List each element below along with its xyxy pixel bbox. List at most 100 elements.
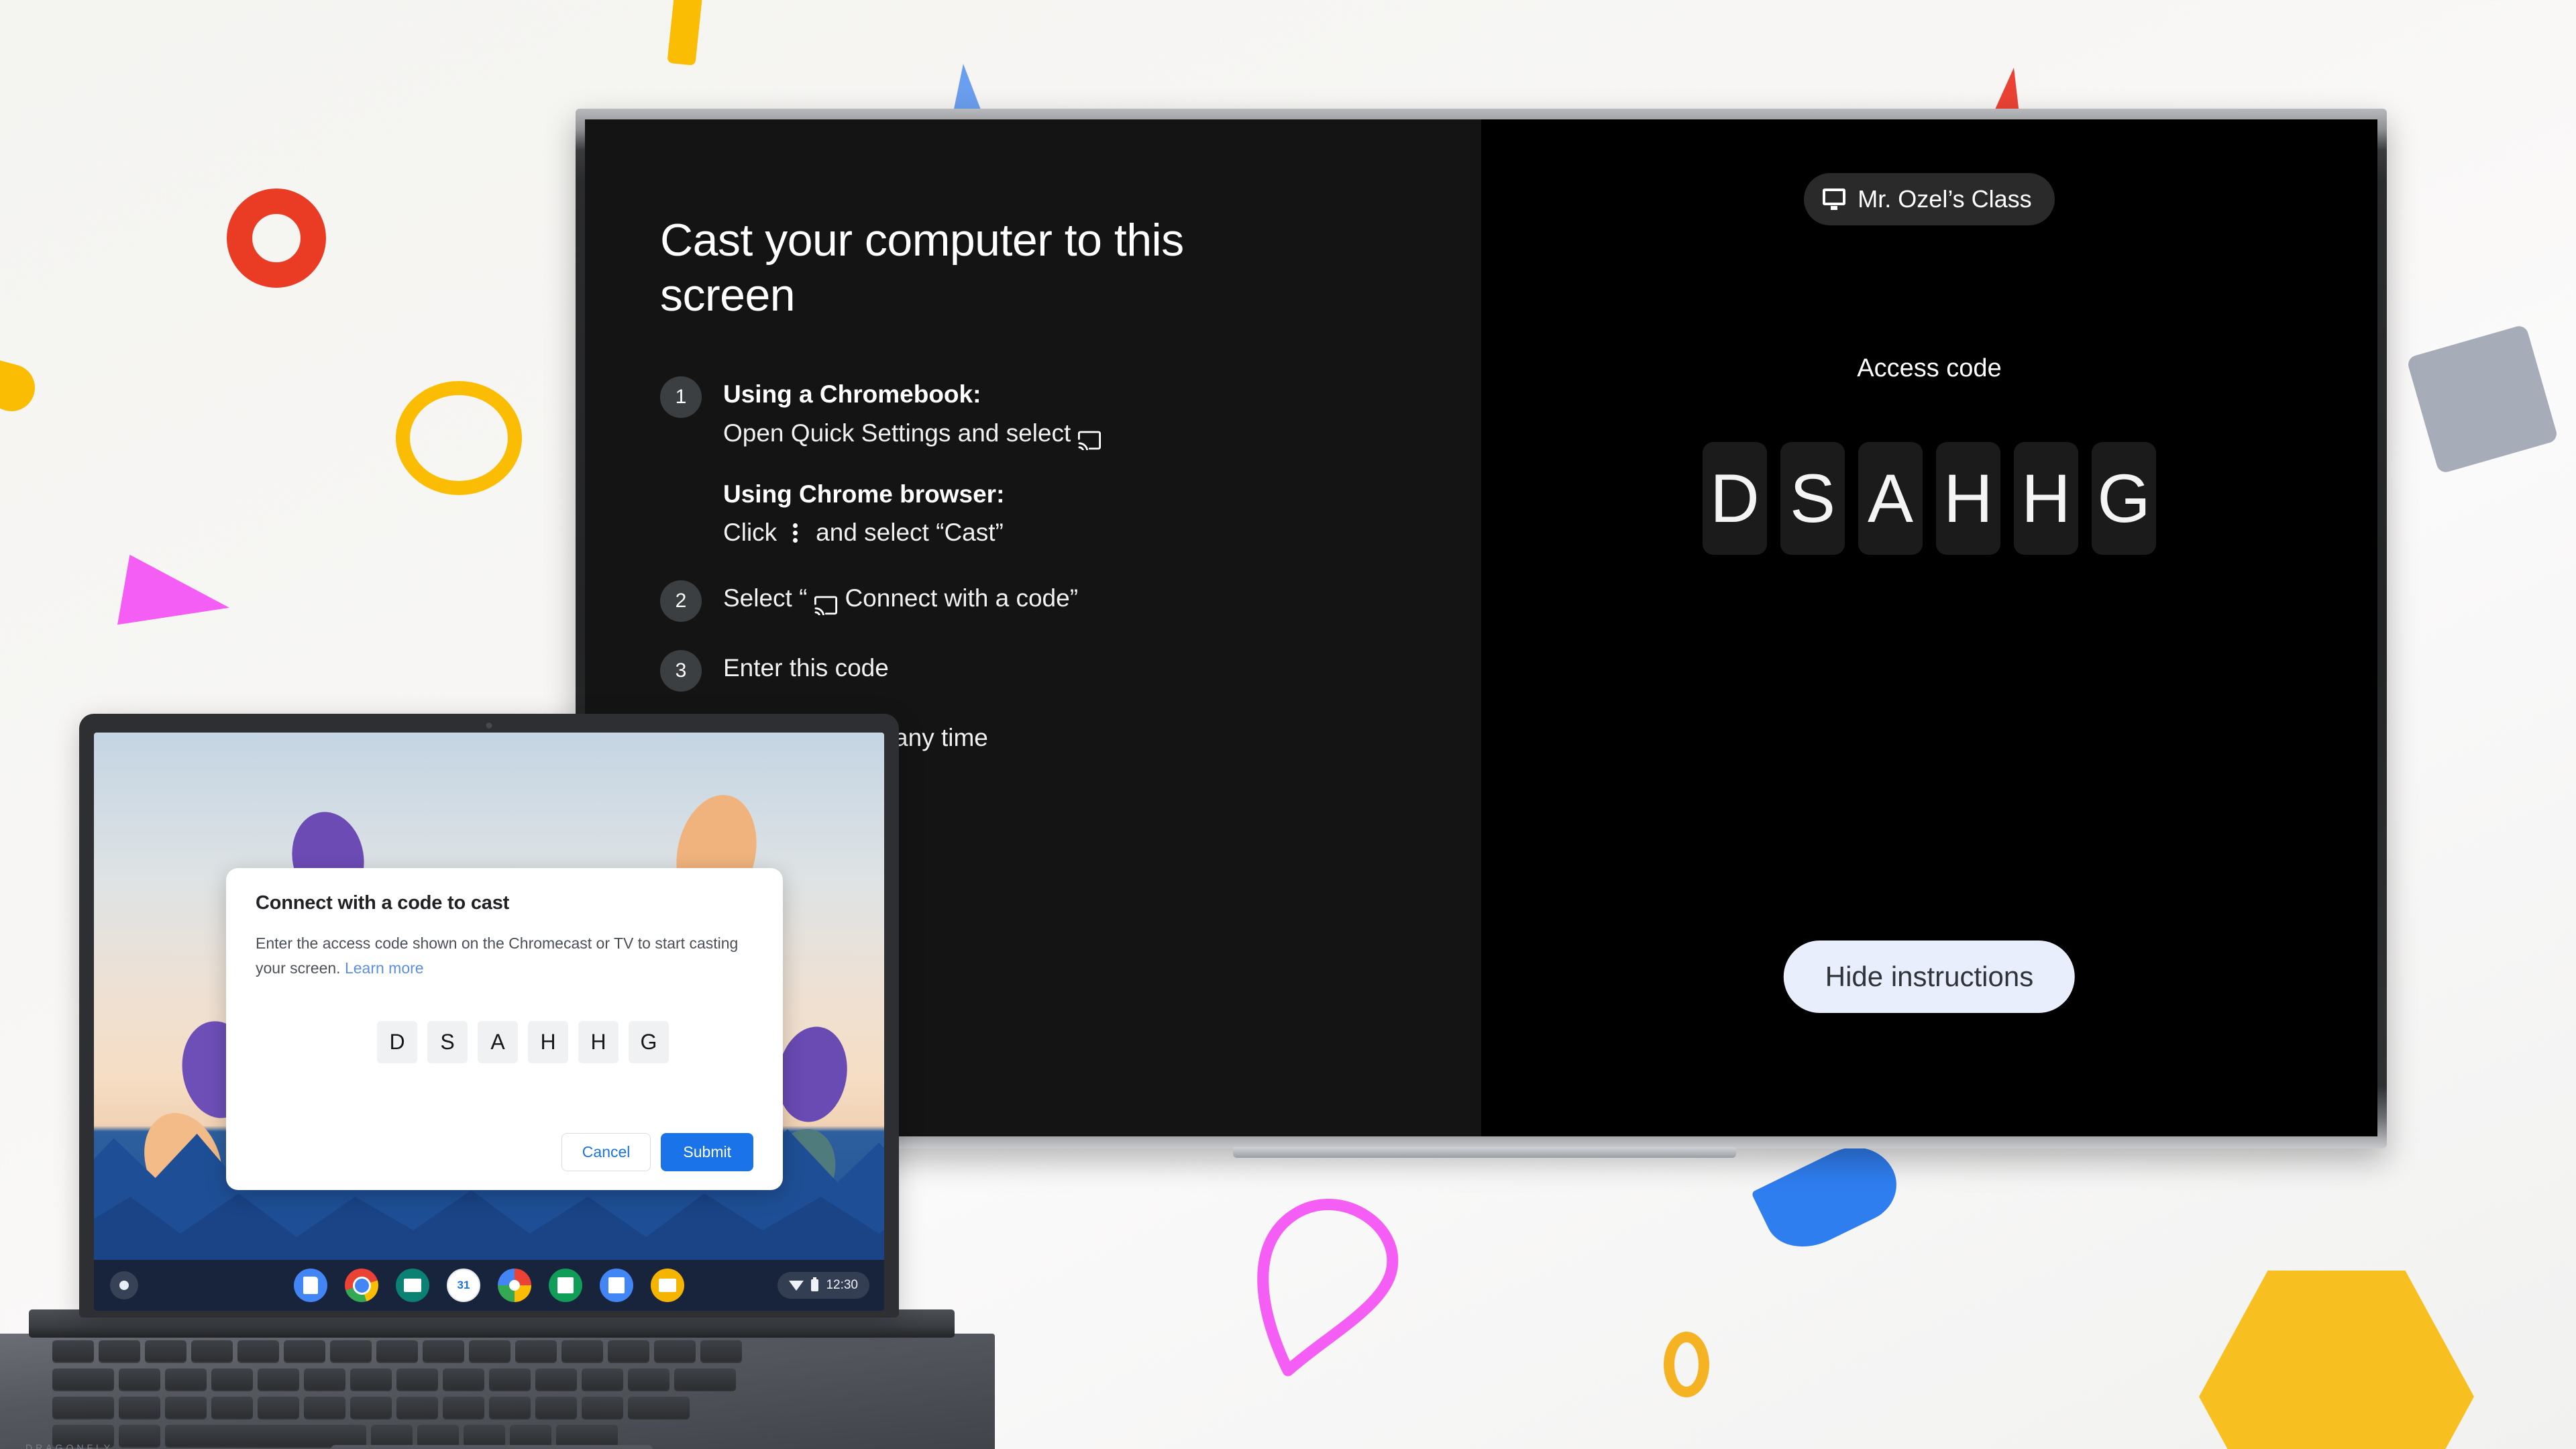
laptop-lid: Connect with a code to cast Enter the ac… [79,714,899,1318]
cancel-button[interactable]: Cancel [561,1133,651,1171]
device-name-label: Mr. Ozel’s Class [1858,185,2032,213]
code-tile: H [1936,442,2000,555]
clock-label: 12:30 [826,1278,858,1292]
step-1-browser-heading: Using Chrome browser: [723,480,1005,508]
code-input-group[interactable]: D S A H H G [256,1020,753,1063]
keyboard-key [165,1368,207,1390]
keyboard-key [304,1368,345,1390]
cast-icon [1077,423,1102,453]
hide-instructions-button[interactable]: Hide instructions [1783,941,2076,1013]
learn-more-link[interactable]: Learn more [345,959,424,977]
decor-pink-teardrop-outline [1248,1197,1419,1379]
keyboard-key [191,1340,233,1362]
slides-icon[interactable] [651,1269,684,1302]
keyboard-key [258,1397,299,1418]
keyboard-row [0,1368,995,1390]
keyboard-key [237,1340,279,1362]
keyboard-key [469,1340,511,1362]
submit-button[interactable]: Submit [661,1133,753,1171]
kebab-menu-icon [793,521,800,544]
keyboard-key [674,1368,736,1390]
step-1-body: Using a Chromebook: Open Quick Settings … [723,375,1102,551]
keyboard-key [350,1397,392,1418]
code-input-cell[interactable]: A [478,1020,518,1063]
tv-stand [1233,1147,1736,1158]
keyboard-key [119,1368,160,1390]
code-tile: D [1703,442,1767,555]
dialog-description-text: Enter the access code shown on the Chrom… [256,934,739,977]
keyboard-key [396,1368,438,1390]
code-input-cell[interactable]: G [629,1020,669,1063]
code-tile: S [1780,442,1845,555]
code-input-cell[interactable]: H [528,1020,568,1063]
calendar-icon[interactable] [447,1269,480,1302]
code-tile: H [2014,442,2078,555]
launcher-icon[interactable] [110,1271,138,1299]
keyboard-key [464,1425,505,1446]
keyboard-key [510,1425,551,1446]
keyboard-key [654,1340,696,1362]
keyboard-key [165,1425,366,1446]
wifi-icon [789,1280,804,1291]
step-2-body: Select “ Connect with a code” [723,579,1079,618]
access-code-panel: Mr. Ozel’s Class Access code D S A H H G… [1481,119,2377,1136]
keyboard-row [0,1397,995,1418]
code-input-cell[interactable]: D [377,1020,417,1063]
laptop-screen: Connect with a code to cast Enter the ac… [94,733,884,1311]
step-1-chromebook-line: Open Quick Settings and select [723,414,1102,453]
status-tray[interactable]: 12:30 [777,1272,869,1299]
keyboard-key [211,1368,253,1390]
keyboard-key [350,1368,392,1390]
monitor-icon [1823,189,1846,210]
files-icon[interactable] [294,1269,327,1302]
chromeos-shelf: 12:30 [94,1260,884,1311]
step-1-browser-suffix: and select “Cast” [816,519,1004,547]
step-1-browser-line: Click and select “Cast” [723,513,1102,551]
chrome-icon[interactable] [345,1269,378,1302]
decor-yellow-bar [667,0,703,66]
laptop-touchpad[interactable] [331,1445,653,1449]
decor-yellow-blob [0,359,40,417]
step-number-badge: 2 [660,580,702,622]
keyboard-key [700,1340,742,1362]
page-title: Cast your computer to this screen [660,215,1184,321]
dialog-title: Connect with a code to cast [256,892,510,914]
keyboard-key [417,1425,459,1446]
step-2: 2 Select “ Connect with a code” [660,579,1481,622]
step-number-badge: 1 [660,376,702,419]
webcam-icon [486,722,492,729]
keyboard-key [535,1368,577,1390]
photos-icon[interactable] [498,1269,531,1302]
decor-gray-square [2406,323,2559,475]
docs-icon[interactable] [600,1269,633,1302]
keyboard-row [0,1340,995,1362]
keyboard-key [535,1397,577,1418]
keyboard-key [211,1397,253,1418]
decor-blue-blob [1751,1132,1909,1263]
keyboard-key [561,1340,603,1362]
step-2-suffix: Connect with a code” [845,584,1079,612]
decor-red-ring [227,189,326,288]
dialog-description: Enter the access code shown on the Chrom… [256,931,739,981]
wallpaper-blob [770,1021,855,1128]
code-input-cell[interactable]: H [578,1020,619,1063]
step-number-badge: 3 [660,649,702,692]
cast-icon [814,588,838,618]
code-tile: A [1858,442,1923,555]
battery-icon [811,1277,819,1291]
sheets-icon[interactable] [549,1269,582,1302]
decor-gold-ring-small [1664,1332,1709,1397]
dialog-actions: Cancel Submit [561,1133,753,1171]
step-1-chromebook-heading: Using a Chromebook: [723,380,981,409]
keyboard-key [628,1368,669,1390]
keyboard-row [0,1425,995,1446]
step-2-line: Select “ Connect with a code” [723,579,1079,618]
keyboard-key [165,1397,207,1418]
step-1-browser-prefix: Click [723,519,777,547]
keyboard-key [52,1397,114,1418]
code-input-cell[interactable]: S [427,1020,468,1063]
keyboard-key [330,1340,372,1362]
gmail-icon[interactable] [396,1269,429,1302]
keyboard-key [489,1368,531,1390]
